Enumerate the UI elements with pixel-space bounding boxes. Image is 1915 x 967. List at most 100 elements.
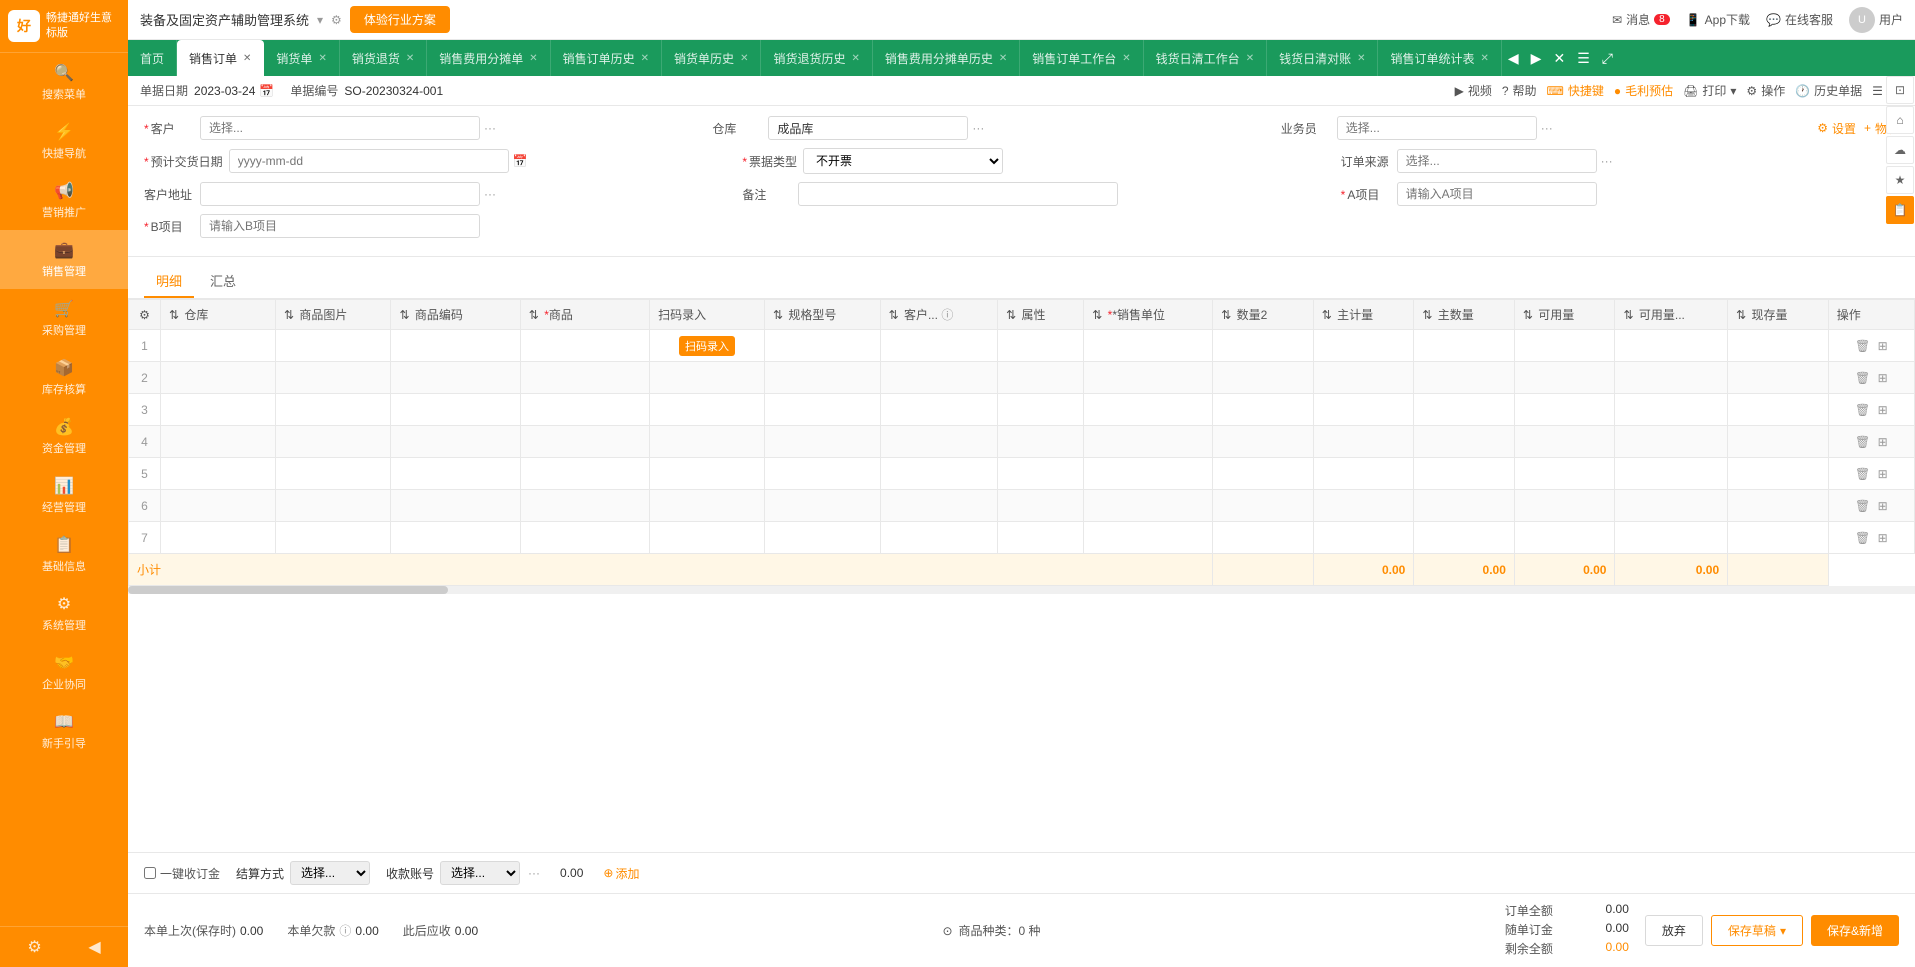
tab-close-icon[interactable]: ✕ (1481, 53, 1489, 64)
cell-qty2[interactable] (1213, 362, 1314, 394)
tab-close-icon[interactable]: ✕ (641, 53, 649, 64)
cell-available2[interactable] (1615, 490, 1728, 522)
th-attr-sort-icon[interactable]: ⇅ (1006, 308, 1016, 322)
cell-main-unit[interactable] (1313, 330, 1414, 362)
scan-btn[interactable]: 扫码录入 (679, 336, 735, 356)
cell-customer-code[interactable] (880, 330, 998, 362)
operations-action[interactable]: ⚙ 操作 (1746, 82, 1785, 99)
warehouse-expand-icon[interactable]: ··· (972, 121, 984, 135)
tab-销货退货[interactable]: 销货退货✕ (340, 40, 427, 76)
history-action[interactable]: 🕐 历史单据 (1795, 82, 1862, 99)
sidebar-item-新手引导[interactable]: 📖 新手引导 (0, 702, 128, 761)
cell-attribute[interactable] (998, 426, 1084, 458)
tab-close-icon[interactable]: ✕ (1357, 53, 1365, 64)
cell-scan[interactable] (650, 522, 765, 554)
tab-钱货日清工作台[interactable]: 钱货日清工作台✕ (1144, 40, 1267, 76)
cell-spec[interactable] (765, 394, 881, 426)
tab-close-icon[interactable]: ✕ (999, 53, 1007, 64)
right-panel-btn-4[interactable]: ★ (1886, 166, 1914, 194)
this-order-info-icon[interactable]: ⓘ (339, 922, 351, 939)
cell-image[interactable] (275, 330, 391, 362)
cell-qty2[interactable] (1213, 522, 1314, 554)
cell-customer-code[interactable] (880, 522, 998, 554)
tab-menu-icon[interactable]: ☰ (1571, 50, 1596, 67)
tab-prev-icon[interactable]: ◀ (1502, 50, 1525, 67)
cell-available[interactable] (1514, 362, 1615, 394)
remark-input[interactable] (798, 182, 1118, 206)
cell-product[interactable] (520, 426, 649, 458)
cell-available2[interactable] (1615, 330, 1728, 362)
print-action[interactable]: 🖨 打印 ▾ (1683, 82, 1736, 99)
cell-stock[interactable] (1728, 458, 1829, 490)
th-code-sort-icon[interactable]: ⇅ (399, 308, 409, 322)
payment-method-select[interactable]: 选择... (290, 861, 370, 885)
cell-available2[interactable] (1615, 522, 1728, 554)
tab-summary[interactable]: 汇总 (198, 265, 248, 298)
cell-scan[interactable]: 扫码录入 (650, 330, 765, 362)
cell-product[interactable] (520, 330, 649, 362)
row-copy-icon[interactable]: ⊞ (1878, 435, 1888, 449)
cell-scan[interactable] (650, 426, 765, 458)
add-payment-btn[interactable]: ⊕ 添加 (603, 865, 639, 882)
solution-button[interactable]: 体验行业方案 (350, 6, 450, 33)
sidebar-item-库存核算[interactable]: 📦 库存核算 (0, 348, 128, 407)
sidebar-collapse-icon[interactable]: ◀ (88, 937, 100, 957)
th-unit-sort-icon[interactable]: ⇅ (1092, 308, 1102, 322)
cell-code[interactable] (391, 362, 520, 394)
cell-customer-code[interactable] (880, 490, 998, 522)
address-expand-icon[interactable]: ··· (484, 187, 496, 201)
cell-unit[interactable] (1084, 330, 1213, 362)
tab-销售费用分摊单[interactable]: 销售费用分摊单✕ (427, 40, 550, 76)
tab-close-icon[interactable]: ✕ (1122, 53, 1130, 64)
cell-warehouse[interactable] (161, 522, 276, 554)
cell-attribute[interactable] (998, 458, 1084, 490)
cell-main-qty[interactable] (1414, 362, 1515, 394)
cell-available[interactable] (1514, 394, 1615, 426)
tab-销售订单统计表[interactable]: 销售订单统计表✕ (1378, 40, 1501, 76)
salesperson-expand-icon[interactable]: ··· (1541, 121, 1553, 135)
cell-spec[interactable] (765, 490, 881, 522)
discard-button[interactable]: 放弃 (1645, 915, 1703, 946)
account-select[interactable]: 选择... (440, 861, 520, 885)
cell-code[interactable] (391, 426, 520, 458)
cell-attribute[interactable] (998, 522, 1084, 554)
tab-expand-icon[interactable]: ⤢ (1596, 50, 1619, 67)
cell-warehouse[interactable] (161, 330, 276, 362)
cell-scan[interactable] (650, 490, 765, 522)
tab-close-icon[interactable]: ✕ (406, 53, 414, 64)
cell-code[interactable] (391, 394, 520, 426)
row-copy-icon[interactable]: ⊞ (1878, 531, 1888, 545)
row-delete-icon[interactable]: 🗑 (1855, 467, 1870, 481)
row-copy-icon[interactable]: ⊞ (1878, 371, 1888, 385)
cell-spec[interactable] (765, 426, 881, 458)
cell-unit[interactable] (1084, 426, 1213, 458)
cell-unit[interactable] (1084, 458, 1213, 490)
cell-product[interactable] (520, 522, 649, 554)
invoice-select[interactable]: 不开票 增值税普通发票 增值税专用发票 (803, 148, 1003, 174)
th-avail-sort-icon[interactable]: ⇅ (1523, 308, 1533, 322)
toolbar-list-view[interactable]: ☰ (1872, 84, 1883, 98)
cell-qty2[interactable] (1213, 490, 1314, 522)
cell-main-unit[interactable] (1313, 426, 1414, 458)
row-copy-icon[interactable]: ⊞ (1878, 403, 1888, 417)
tab-close-icon[interactable]: ✕ (243, 53, 251, 64)
tab-close-icon[interactable]: ✕ (529, 53, 537, 64)
cell-attribute[interactable] (998, 490, 1084, 522)
cell-qty2[interactable] (1213, 458, 1314, 490)
messages-item[interactable]: ✉ 消息 8 (1612, 11, 1670, 28)
one-click-label[interactable]: 一键收订金 (144, 865, 220, 882)
row-delete-icon[interactable]: 🗑 (1855, 403, 1870, 417)
cell-qty2[interactable] (1213, 394, 1314, 426)
th-qty2-sort-icon[interactable]: ⇅ (1221, 308, 1231, 322)
cell-available2[interactable] (1615, 362, 1728, 394)
tab-close-icon[interactable]: ✕ (1246, 53, 1254, 64)
cell-spec[interactable] (765, 330, 881, 362)
cell-image[interactable] (275, 458, 391, 490)
sidebar-item-企业协同[interactable]: 🤝 企业协同 (0, 643, 128, 702)
tab-销售费用分摊单历史[interactable]: 销售费用分摊单历史✕ (873, 40, 1020, 76)
th-mainqty-sort-icon[interactable]: ⇅ (1422, 308, 1432, 322)
cell-main-unit[interactable] (1313, 490, 1414, 522)
th-product-sort-icon[interactable]: ⇅ (529, 308, 539, 322)
cell-image[interactable] (275, 362, 391, 394)
online-support-item[interactable]: 💬 在线客服 (1766, 11, 1833, 28)
